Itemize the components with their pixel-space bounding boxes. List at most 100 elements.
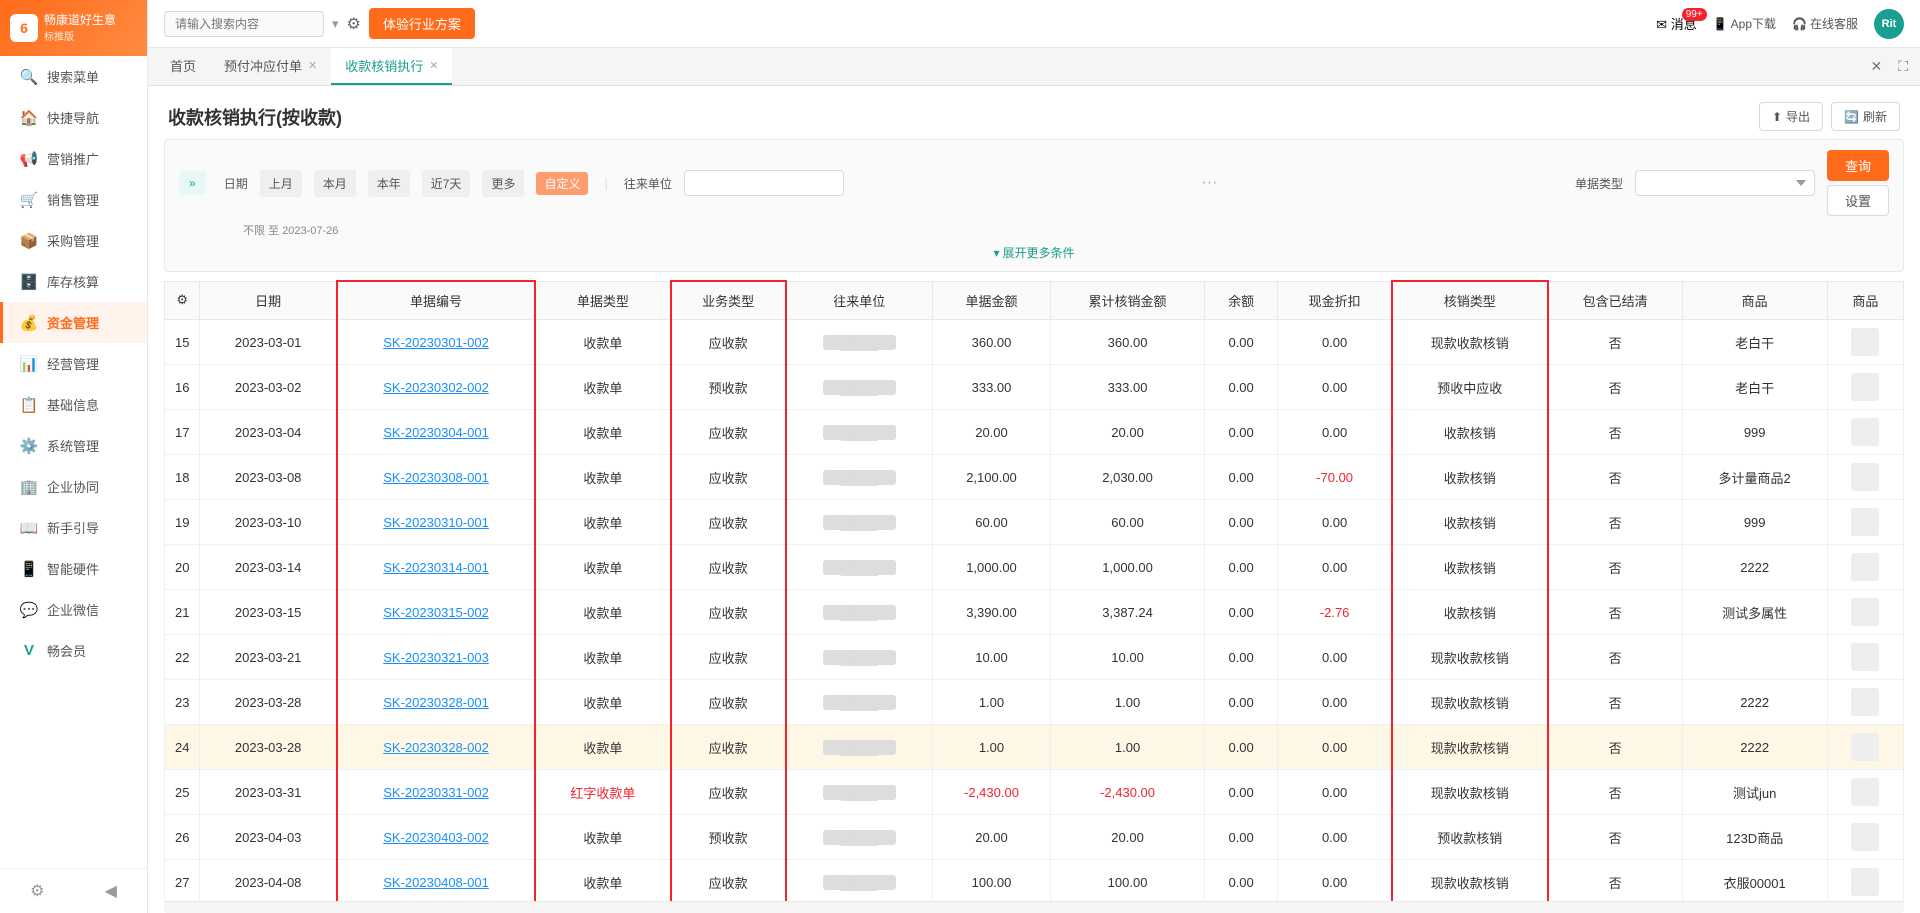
col-settings[interactable]: ⚙: [165, 281, 200, 320]
cell-doc-no[interactable]: SK-20230308-001: [337, 455, 535, 500]
cell-doc-no[interactable]: SK-20230403-002: [337, 815, 535, 860]
expand-tabs-icon[interactable]: ⛶: [1894, 54, 1912, 79]
refresh-button[interactable]: 🔄 刷新: [1831, 102, 1900, 131]
doc-no-link[interactable]: SK-20230308-001: [383, 470, 489, 485]
cell-doc-no[interactable]: SK-20230328-002: [337, 725, 535, 770]
doc-no-link[interactable]: SK-20230301-002: [383, 335, 489, 350]
date-this-month-button[interactable]: 本月: [314, 170, 356, 197]
cell-doc-no[interactable]: SK-20230310-001: [337, 500, 535, 545]
cell-doc-no[interactable]: SK-20230314-001: [337, 545, 535, 590]
doc-type-select[interactable]: [1635, 170, 1815, 196]
cell-balance: 0.00: [1205, 500, 1278, 545]
sidebar-item-enterprise-label: 企业协同: [47, 477, 99, 496]
sidebar-item-basic[interactable]: 📋 基础信息: [0, 384, 147, 425]
cell-doc-no[interactable]: SK-20230301-002: [337, 320, 535, 365]
cell-date: 2023-03-02: [200, 365, 337, 410]
settings-bottom-icon[interactable]: ⚙: [22, 877, 52, 905]
settings-button[interactable]: 设置: [1827, 185, 1889, 216]
collapse-icon[interactable]: ◀: [97, 877, 125, 905]
cell-cumulative: 1,000.00: [1051, 545, 1205, 590]
close-all-tabs-icon[interactable]: ✕: [1866, 54, 1886, 79]
sidebar-item-hardware[interactable]: 📱 智能硬件: [0, 548, 147, 589]
tab-prepay[interactable]: 预付冲应付单 ✕: [210, 48, 331, 85]
sidebar-item-marketing[interactable]: 📢 营销推广: [0, 138, 147, 179]
doc-no-link[interactable]: SK-20230408-001: [383, 875, 489, 890]
expand-more-button[interactable]: ▾ 展开更多条件: [993, 244, 1074, 261]
table-row: 192023-03-10SK-20230310-001收款单应收款████60.…: [165, 500, 1904, 545]
date-7days-button[interactable]: 近7天: [422, 170, 471, 197]
cell-goods: 999: [1682, 410, 1827, 455]
cell-doc-no[interactable]: SK-20230302-002: [337, 365, 535, 410]
basic-icon: 📋: [19, 396, 39, 414]
cell-date: 2023-03-15: [200, 590, 337, 635]
cell-date: 2023-03-14: [200, 545, 337, 590]
sidebar-item-inventory[interactable]: 🗄️ 库存核算: [0, 261, 147, 302]
cell-doc-no[interactable]: SK-20230315-002: [337, 590, 535, 635]
cell-partner: ████: [786, 500, 933, 545]
tab-home[interactable]: 首页: [156, 48, 210, 85]
cell-doc-no[interactable]: SK-20230331-002: [337, 770, 535, 815]
filter-buttons: 查询 设置: [1827, 150, 1889, 216]
avatar[interactable]: Rit: [1874, 9, 1904, 39]
cell-biz-type: 预收款: [671, 815, 786, 860]
app-download-link[interactable]: 📱 App下载: [1713, 15, 1776, 32]
cell-doc-no[interactable]: SK-20230321-003: [337, 635, 535, 680]
notice-button[interactable]: ✉ 消息 99+: [1656, 14, 1697, 33]
sidebar-item-wechat[interactable]: 💬 企业微信: [0, 589, 147, 630]
doc-no-link[interactable]: SK-20230302-002: [383, 380, 489, 395]
cell-amount: 1.00: [932, 725, 1050, 770]
doc-no-link[interactable]: SK-20230328-001: [383, 695, 489, 710]
doc-no-link[interactable]: SK-20230403-002: [383, 830, 489, 845]
filter-expand-button[interactable]: »: [179, 171, 206, 195]
cell-date: 2023-04-08: [200, 860, 337, 902]
cell-doc-no[interactable]: SK-20230304-001: [337, 410, 535, 455]
doc-no-link[interactable]: SK-20230331-002: [383, 785, 489, 800]
online-service-link[interactable]: 🎧 在线客服: [1792, 15, 1858, 32]
sidebar-item-enterprise[interactable]: 🏢 企业协同: [0, 466, 147, 507]
tab-collection[interactable]: 收款核销执行 ✕: [331, 48, 452, 85]
tab-close-prepay[interactable]: ✕: [308, 59, 317, 72]
doc-no-link[interactable]: SK-20230321-003: [383, 650, 489, 665]
cell-discount: 0.00: [1278, 770, 1392, 815]
cell-doc-type: 收款单: [535, 815, 670, 860]
cell-doc-type: 收款单: [535, 545, 670, 590]
date-last-month-button[interactable]: 上月: [260, 170, 302, 197]
doc-no-link[interactable]: SK-20230328-002: [383, 740, 489, 755]
page-content: 收款核销执行(按收款) ⬆ 导出 🔄 刷新 » 日期 上月 本月 本年 近7: [148, 86, 1920, 913]
cell-cumulative: 333.00: [1051, 365, 1205, 410]
table-scroll-indicator: [164, 901, 1904, 913]
sidebar-item-guide[interactable]: 📖 新手引导: [0, 507, 147, 548]
doc-no-link[interactable]: SK-20230315-002: [383, 605, 489, 620]
sidebar-item-system[interactable]: ⚙️ 系统管理: [0, 425, 147, 466]
topbar-gear-icon[interactable]: ⚙: [347, 14, 361, 34]
search-input[interactable]: [164, 11, 324, 37]
date-more-button[interactable]: 更多: [482, 170, 524, 197]
sidebar-item-finance[interactable]: 💰 资金管理: [0, 302, 147, 343]
cell-doc-no[interactable]: SK-20230408-001: [337, 860, 535, 902]
cell-row-no: 18: [165, 455, 200, 500]
cell-biz-type: 应收款: [671, 455, 786, 500]
date-this-year-button[interactable]: 本年: [368, 170, 410, 197]
tab-close-collection[interactable]: ✕: [429, 59, 438, 72]
partner-input[interactable]: [684, 170, 844, 196]
sidebar-item-operations[interactable]: 📊 经营管理: [0, 343, 147, 384]
cell-biz-type: 预收款: [671, 365, 786, 410]
doc-no-link[interactable]: SK-20230310-001: [383, 515, 489, 530]
cell-goods2: [1827, 410, 1903, 455]
export-button[interactable]: ⬆ 导出: [1759, 102, 1823, 131]
industry-solution-button[interactable]: 体验行业方案: [369, 8, 475, 39]
sidebar-item-sales[interactable]: 🛒 销售管理: [0, 179, 147, 220]
date-custom-button[interactable]: 自定义: [536, 172, 588, 195]
dropdown-arrow-icon[interactable]: ▾: [332, 16, 339, 32]
doc-no-link[interactable]: SK-20230304-001: [383, 425, 489, 440]
sidebar-item-search[interactable]: 🔍 搜索菜单: [0, 56, 147, 97]
app-logo-icon: 6: [10, 14, 38, 42]
cell-cancel-type: 收款核销: [1392, 545, 1548, 590]
cell-doc-no[interactable]: SK-20230328-001: [337, 680, 535, 725]
sidebar-item-purchase[interactable]: 📦 采购管理: [0, 220, 147, 261]
cell-goods2: [1827, 815, 1903, 860]
doc-no-link[interactable]: SK-20230314-001: [383, 560, 489, 575]
sidebar-item-quicknav[interactable]: 🏠 快捷导航: [0, 97, 147, 138]
query-button[interactable]: 查询: [1827, 150, 1889, 181]
sidebar-item-member[interactable]: V 畅会员: [0, 630, 147, 671]
